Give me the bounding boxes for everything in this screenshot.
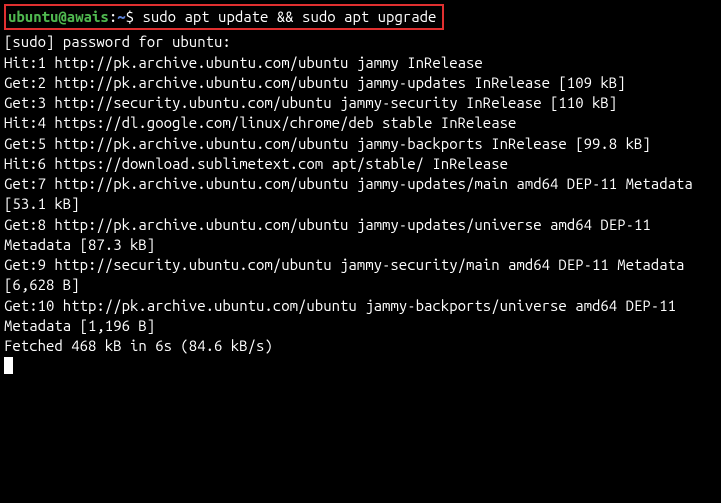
output-line: Hit:6 https://download.sublimetext.com a… (4, 154, 717, 174)
cursor-icon (4, 357, 13, 374)
output-line: Get:5 http://pk.archive.ubuntu.com/ubunt… (4, 134, 717, 154)
command-text: sudo apt update && sudo apt upgrade (142, 8, 436, 25)
output-line: Get:9 http://security.ubuntu.com/ubuntu … (4, 255, 717, 296)
output-line: [sudo] password for ubuntu: (4, 32, 717, 52)
output-line: Get:10 http://pk.archive.ubuntu.com/ubun… (4, 296, 717, 337)
output-line: Hit:4 https://dl.google.com/linux/chrome… (4, 113, 717, 133)
output-line: Get:8 http://pk.archive.ubuntu.com/ubunt… (4, 215, 717, 256)
output-line: Hit:1 http://pk.archive.ubuntu.com/ubunt… (4, 53, 717, 73)
prompt-colon: : (109, 8, 117, 25)
output-line: Get:7 http://pk.archive.ubuntu.com/ubunt… (4, 174, 717, 215)
prompt-user-host: ubuntu@awais (8, 8, 109, 25)
output-line: Get:2 http://pk.archive.ubuntu.com/ubunt… (4, 73, 717, 93)
output-line: Get:3 http://security.ubuntu.com/ubuntu … (4, 93, 717, 113)
terminal[interactable]: ubuntu@awais:~$ sudo apt update && sudo … (4, 4, 717, 377)
prompt-line-highlighted: ubuntu@awais:~$ sudo apt update && sudo … (4, 4, 444, 30)
output-line: Fetched 468 kB in 6s (84.6 kB/s) (4, 336, 717, 356)
prompt-path: ~ (117, 8, 125, 25)
prompt-dollar: $ (126, 8, 143, 25)
cursor-line[interactable] (4, 356, 717, 376)
